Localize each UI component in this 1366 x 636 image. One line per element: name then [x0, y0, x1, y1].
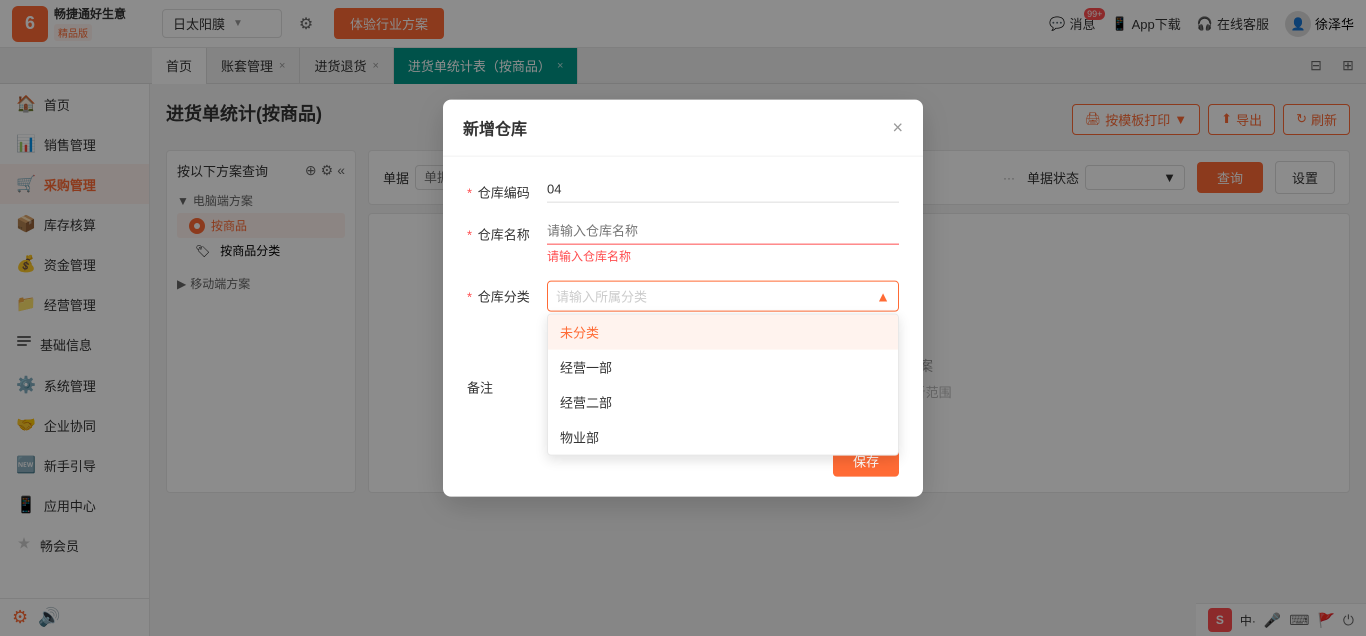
form-row-category: * 仓库分类 请输入所属分类 ▲ 未分类 经营一部 经营二部 物业部 [467, 281, 899, 312]
category-arrow-icon: ▲ [876, 288, 890, 304]
new-warehouse-modal: 新增仓库 × * 仓库编码 * 仓库名称 请输入仓库名称 [443, 100, 923, 497]
name-input[interactable] [547, 219, 899, 245]
modal-header: 新增仓库 × [443, 100, 923, 157]
category-label: * 仓库分类 [467, 281, 547, 306]
category-field: 请输入所属分类 ▲ 未分类 经营一部 经营二部 物业部 [547, 281, 899, 312]
category-dropdown: 未分类 经营一部 经营二部 物业部 [547, 314, 899, 456]
category-select-box[interactable]: 请输入所属分类 ▲ [547, 281, 899, 312]
code-input[interactable] [547, 177, 899, 203]
dropdown-item-uncategorized[interactable]: 未分类 [548, 315, 898, 350]
form-row-code: * 仓库编码 [467, 177, 899, 203]
code-label: * 仓库编码 [467, 177, 547, 202]
code-field [547, 177, 899, 203]
name-error-msg: 请输入仓库名称 [547, 248, 899, 265]
modal-body: * 仓库编码 * 仓库名称 请输入仓库名称 * 仓库分类 [443, 157, 923, 434]
dropdown-item-property[interactable]: 物业部 [548, 420, 898, 455]
name-label: * 仓库名称 [467, 219, 547, 244]
notes-label: 备注 [467, 372, 547, 397]
form-row-name: * 仓库名称 请输入仓库名称 [467, 219, 899, 265]
modal-close-btn[interactable]: × [892, 117, 903, 138]
dropdown-item-dept1[interactable]: 经营一部 [548, 350, 898, 385]
modal-title: 新增仓库 [463, 116, 527, 140]
name-field: 请输入仓库名称 [547, 219, 899, 265]
dropdown-item-dept2[interactable]: 经营二部 [548, 385, 898, 420]
